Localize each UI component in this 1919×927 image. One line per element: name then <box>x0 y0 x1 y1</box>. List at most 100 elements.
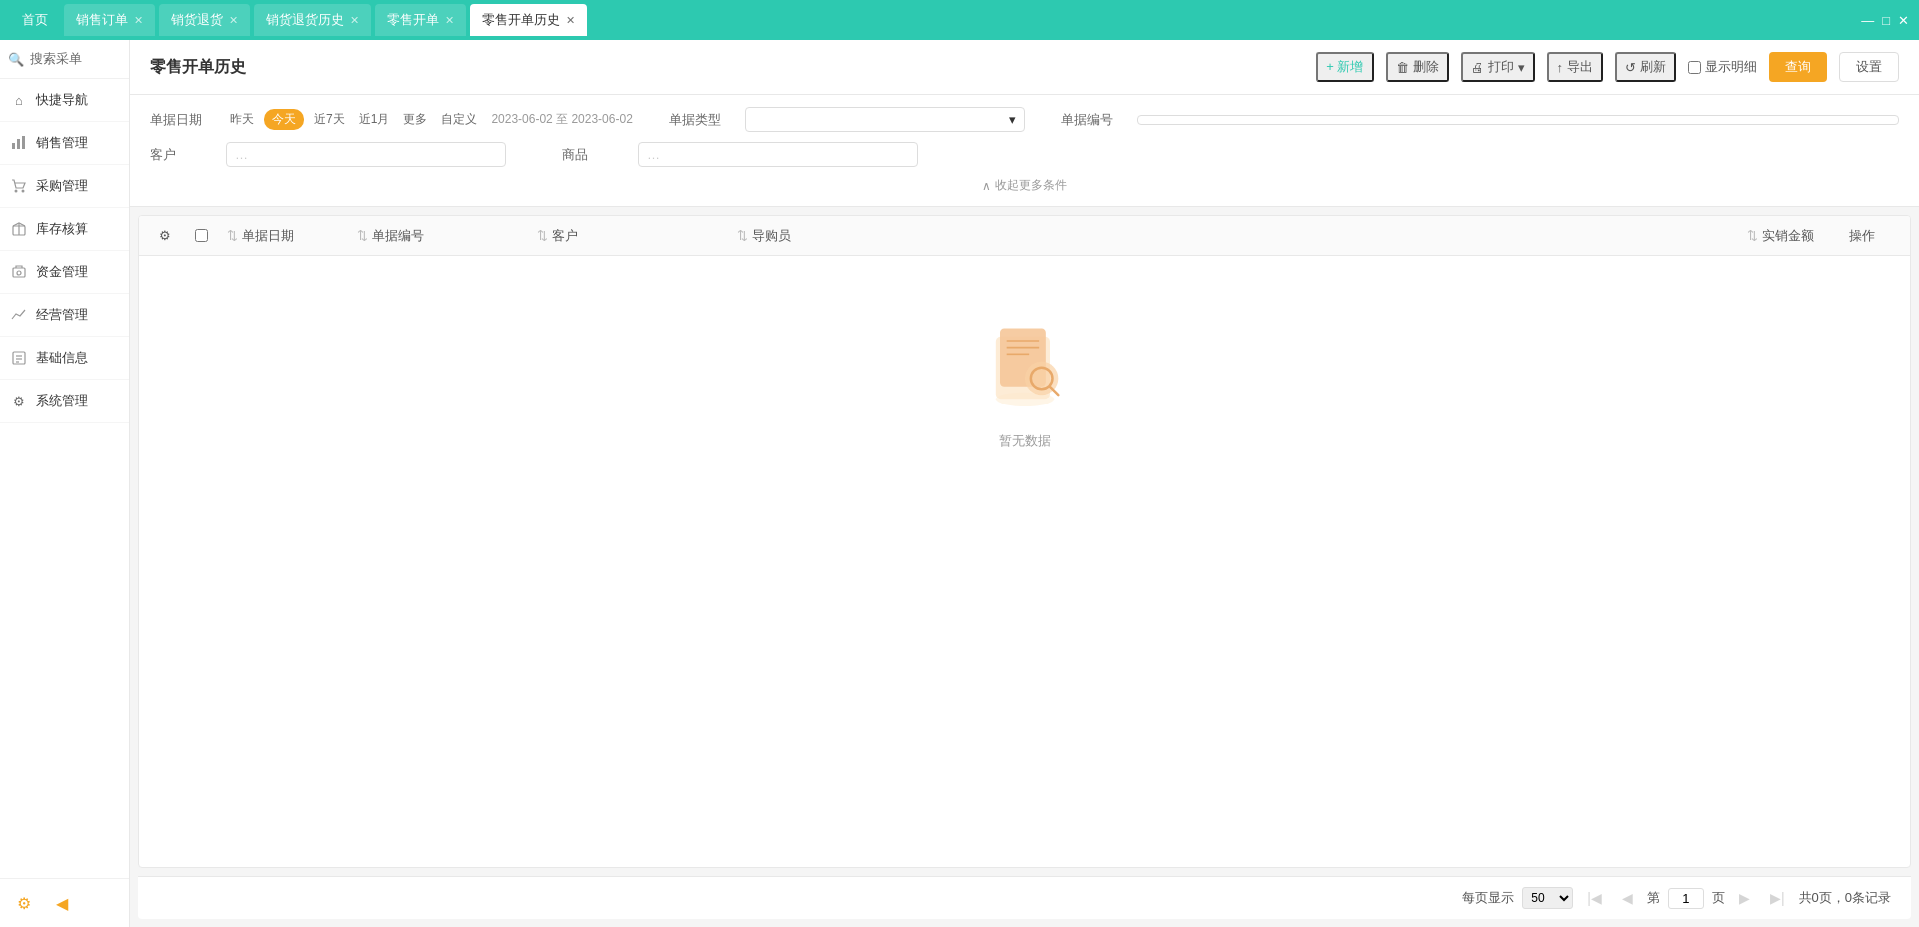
page-title: 零售开单历史 <box>150 57 246 78</box>
tab-retail-open-history[interactable]: 零售开单历史 ✕ <box>470 4 587 36</box>
empty-illustration <box>975 316 1075 416</box>
export-button[interactable]: ↑ 导出 <box>1547 52 1604 82</box>
date-shortcuts: 昨天 今天 近7天 近1月 更多 自定义 2023-06-02 至 2023-0… <box>226 109 633 130</box>
date-7days[interactable]: 近7天 <box>310 109 349 130</box>
select-all-checkbox[interactable] <box>195 229 208 242</box>
goods-input[interactable]: … <box>638 142 918 167</box>
col-amount: ⇅ 实销金额 <box>849 227 1822 245</box>
sidebar: 🔍 搜索采单 ⌂ 快捷导航 销售管理 <box>0 40 130 927</box>
sidebar-bottom: ⚙ ◀ <box>0 878 129 927</box>
next-page-btn[interactable]: ▶ <box>1733 888 1756 908</box>
prev-page-btn[interactable]: ◀ <box>1616 888 1639 908</box>
sort-icon[interactable]: ⇅ <box>737 228 748 243</box>
settings-icon: ⚙ <box>159 228 171 243</box>
tab-retail-open[interactable]: 零售开单 ✕ <box>375 4 466 36</box>
pagination: 每页显示 50 10 20 100 |◀ ◀ 第 页 ▶ ▶| 共0页，0条记录 <box>138 876 1911 919</box>
filter-area: 单据日期 昨天 今天 近7天 近1月 更多 自定义 2023-06-02 至 2… <box>130 95 1919 207</box>
chevron-up-icon: ∧ <box>982 179 991 193</box>
col-customer: ⇅ 客户 <box>529 227 729 245</box>
print-icon: 🖨 <box>1471 60 1484 75</box>
sort-icon[interactable]: ⇅ <box>537 228 548 243</box>
new-button[interactable]: + 新增 <box>1316 52 1373 82</box>
type-filter-label: 单据类型 <box>669 111 729 129</box>
date-today[interactable]: 今天 <box>264 109 304 130</box>
page-size-label: 每页显示 <box>1462 889 1514 907</box>
finance-icon <box>10 263 28 281</box>
window-close[interactable]: ✕ <box>1898 13 1909 28</box>
tab-home[interactable]: 首页 <box>10 4 60 36</box>
sidebar-search[interactable]: 🔍 搜索采单 <box>0 40 129 79</box>
info-icon <box>10 349 28 367</box>
date-1month[interactable]: 近1月 <box>355 109 394 130</box>
refresh-icon: ↺ <box>1625 60 1636 75</box>
close-tab-sales-order[interactable]: ✕ <box>134 14 143 27</box>
window-minimize[interactable]: — <box>1861 13 1874 28</box>
sidebar-item-purchase-mgmt[interactable]: 采购管理 <box>0 165 129 208</box>
col-settings[interactable]: ⚙ <box>147 228 183 243</box>
sidebar-search-label: 搜索采单 <box>30 50 82 68</box>
sort-icon[interactable]: ⇅ <box>227 228 238 243</box>
svg-rect-7 <box>13 268 25 277</box>
page-label-2: 页 <box>1712 889 1725 907</box>
chart-icon <box>10 134 28 152</box>
refresh-button[interactable]: ↺ 刷新 <box>1615 52 1676 82</box>
customer-input[interactable]: … <box>226 142 506 167</box>
sidebar-item-label: 采购管理 <box>36 177 88 195</box>
col-date: ⇅ 单据日期 <box>219 227 349 245</box>
sidebar-item-quick-nav[interactable]: ⌂ 快捷导航 <box>0 79 129 122</box>
sidebar-item-label: 快捷导航 <box>36 91 88 109</box>
display-detail-checkbox[interactable]: 显示明细 <box>1688 58 1757 76</box>
chevron-down-icon: ▾ <box>1009 112 1016 127</box>
content-area: 零售开单历史 + 新增 🗑 🗑 删除 删除 🖨 打印 ▾ ↑ 导出 <box>130 40 1919 927</box>
no-input[interactable] <box>1137 115 1899 125</box>
sort-icon[interactable]: ⇅ <box>357 228 368 243</box>
settings-button[interactable]: ⚙ <box>10 889 38 917</box>
top-nav-right: — □ ✕ <box>1861 13 1909 28</box>
search-icon: 🔍 <box>8 52 24 67</box>
collapse-button[interactable]: ◀ <box>48 889 76 917</box>
close-tab-sales-return-history[interactable]: ✕ <box>350 14 359 27</box>
date-yesterday[interactable]: 昨天 <box>226 109 258 130</box>
tab-sales-order[interactable]: 销售订单 ✕ <box>64 4 155 36</box>
date-filter-label: 单据日期 <box>150 111 210 129</box>
sidebar-item-inventory[interactable]: 库存核算 <box>0 208 129 251</box>
sidebar-item-label: 基础信息 <box>36 349 88 367</box>
date-more[interactable]: 更多 <box>399 109 431 130</box>
setting-button[interactable]: 设置 <box>1839 52 1899 82</box>
date-range: 2023-06-02 至 2023-06-02 <box>491 111 632 128</box>
print-button[interactable]: 🖨 打印 ▾ <box>1461 52 1535 82</box>
page-input[interactable] <box>1668 888 1704 909</box>
col-guide: ⇅ 导购员 <box>729 227 849 245</box>
svg-point-4 <box>22 190 25 193</box>
tab-sales-return[interactable]: 销货退货 ✕ <box>159 4 250 36</box>
date-custom[interactable]: 自定义 <box>437 109 481 130</box>
first-page-btn[interactable]: |◀ <box>1581 888 1608 908</box>
window-maximize[interactable]: □ <box>1882 13 1890 28</box>
last-page-btn[interactable]: ▶| <box>1764 888 1791 908</box>
sort-icon[interactable]: ⇅ <box>1747 228 1758 243</box>
col-action: 操作 <box>1822 227 1902 245</box>
query-button[interactable]: 查询 <box>1769 52 1827 82</box>
svg-rect-2 <box>22 136 25 149</box>
empty-text: 暂无数据 <box>999 432 1051 450</box>
delete-icon: 🗑 <box>1396 60 1409 75</box>
close-tab-retail-open-history[interactable]: ✕ <box>566 14 575 27</box>
display-detail-input[interactable] <box>1688 61 1701 74</box>
close-tab-retail-open[interactable]: ✕ <box>445 14 454 27</box>
svg-point-8 <box>17 271 21 275</box>
page-label: 第 <box>1647 889 1660 907</box>
sidebar-item-sales-mgmt[interactable]: 销售管理 <box>0 122 129 165</box>
sidebar-item-system[interactable]: ⚙ 系统管理 <box>0 380 129 423</box>
toolbar: + 新增 🗑 🗑 删除 删除 🖨 打印 ▾ ↑ 导出 ↺ <box>1316 52 1899 82</box>
operations-icon <box>10 306 28 324</box>
type-select[interactable]: ▾ <box>745 107 1025 132</box>
col-check[interactable] <box>183 229 219 242</box>
sidebar-item-operations[interactable]: 经营管理 <box>0 294 129 337</box>
collapse-more-btn[interactable]: ∧ 收起更多条件 <box>150 177 1899 194</box>
page-size-select[interactable]: 50 10 20 100 <box>1522 887 1573 909</box>
sidebar-item-finance[interactable]: 资金管理 <box>0 251 129 294</box>
delete-button[interactable]: 🗑 🗑 删除 删除 <box>1386 52 1449 82</box>
tab-sales-return-history[interactable]: 销货退货历史 ✕ <box>254 4 371 36</box>
sidebar-item-basic-info[interactable]: 基础信息 <box>0 337 129 380</box>
close-tab-sales-return[interactable]: ✕ <box>229 14 238 27</box>
